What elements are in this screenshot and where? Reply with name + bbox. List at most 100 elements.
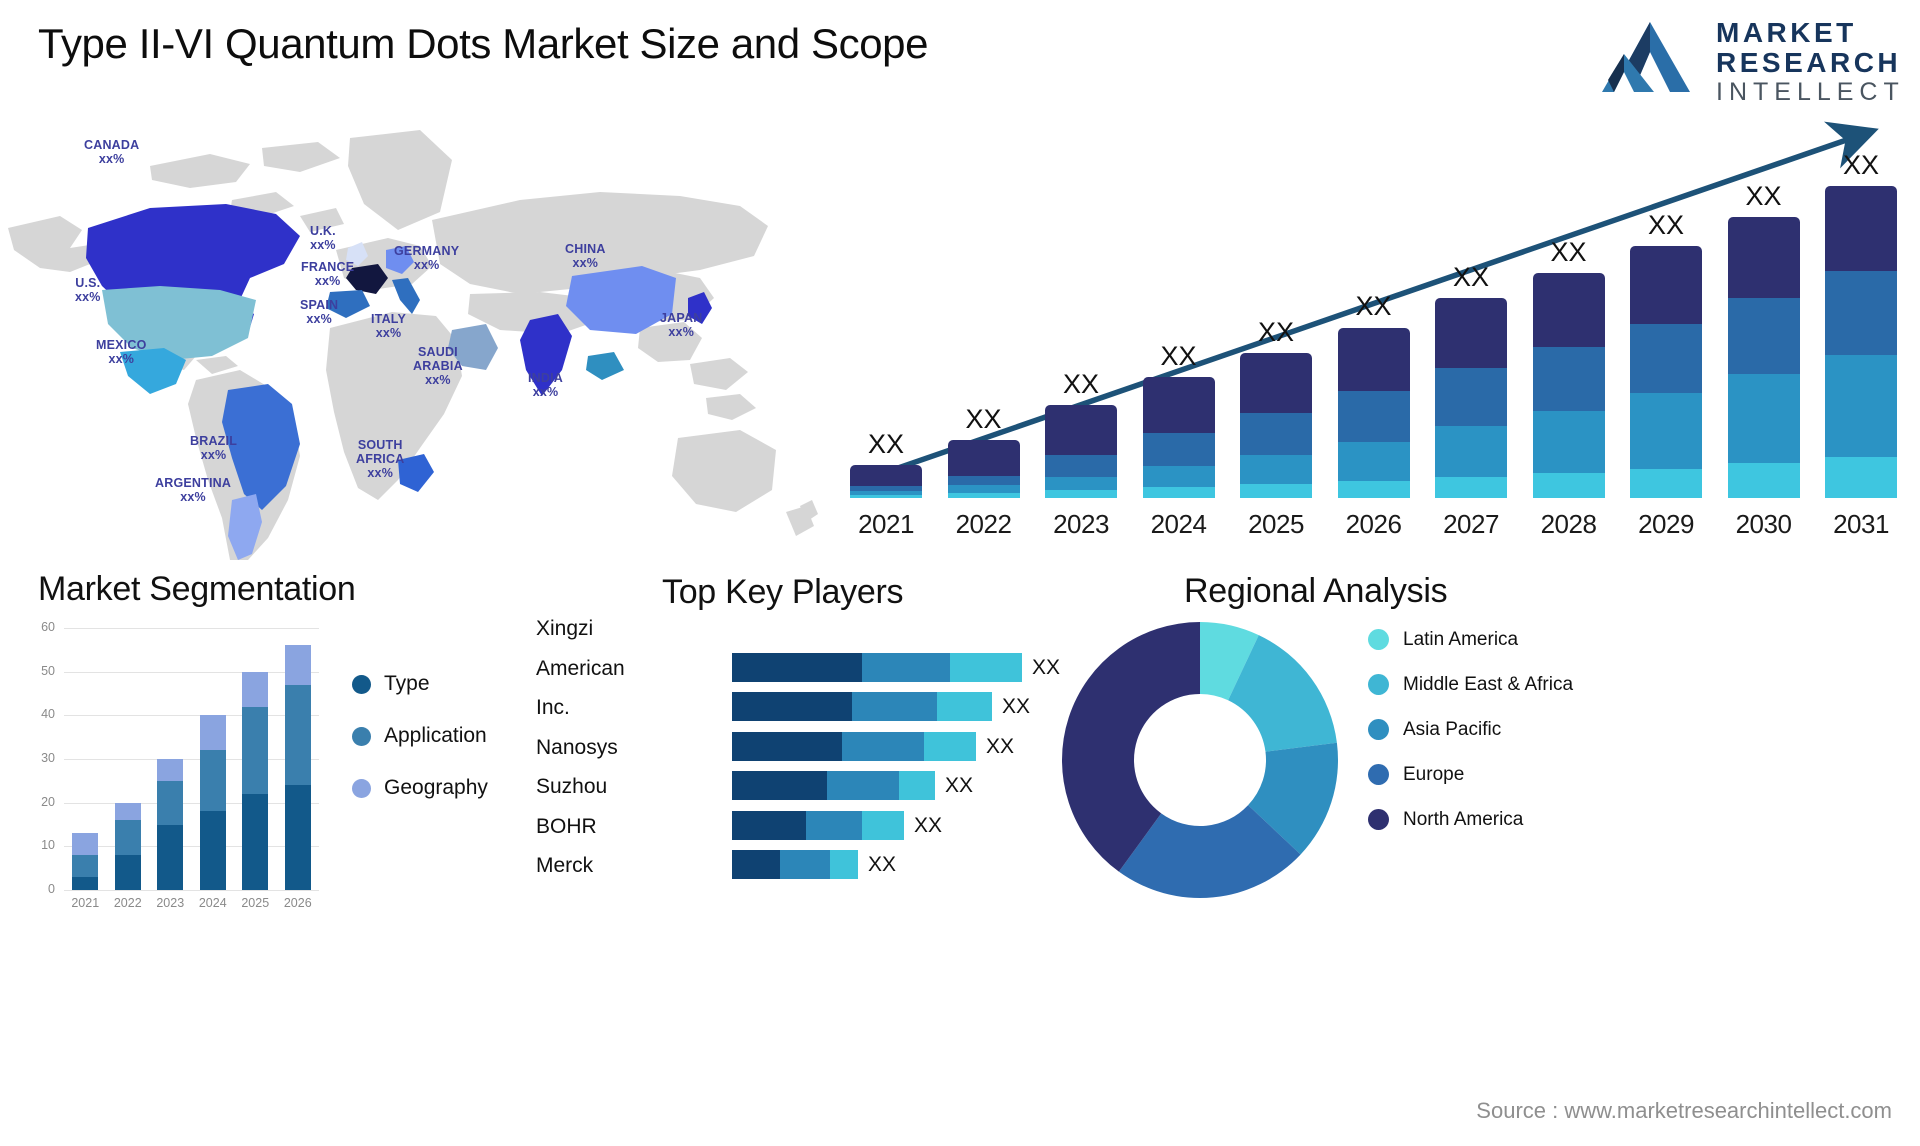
regional-analysis-chart: Latin America Middle East & Africa Asia Pa…: [1060, 560, 1920, 960]
company-logo: MARKET RESEARCH INTELLECT: [1598, 16, 1899, 106]
map-label-value: xx%: [668, 325, 695, 339]
player-bar-segment-2: [862, 810, 904, 840]
segmentation-bar-2023: [157, 759, 184, 890]
bar-segment-segment-4: [1240, 484, 1312, 498]
player-value-american: XX: [1032, 655, 1061, 679]
player-name-american: American: [536, 656, 625, 680]
forecast-bar-2030: [1727, 217, 1800, 498]
segmentation-x-tick-2022: 2022: [113, 896, 142, 910]
bar-segment-segment-2: [947, 475, 1020, 486]
source-text: Source : www.marketresearchintellect.com: [1476, 1098, 1892, 1123]
regional-legend-item: Asia Pacific: [1368, 718, 1573, 741]
bar-segment-segment-4: [1435, 476, 1507, 498]
market-segmentation-chart: 60 50 40 30 20 10 0 2021 2022 2023 2024 2025 2026 Ty…: [22, 610, 522, 910]
map-label-value: xx%: [310, 238, 336, 252]
segmentation-gridline: [64, 846, 319, 848]
map-label-brazil: BRAZIL xx%: [190, 434, 237, 462]
bar-segment-segment-1: [850, 465, 922, 487]
forecast-bar-value-2024: XX: [1160, 340, 1197, 371]
bar-segment-segment-3: [947, 485, 1020, 494]
map-label-name: CANADA: [84, 138, 140, 152]
player-bar-nanosys: [732, 731, 976, 761]
forecast-bar-value-2022: XX: [965, 403, 1002, 434]
map-label-name: SPAIN: [300, 298, 339, 312]
logo-mountain-icon: [1598, 20, 1704, 94]
map-label-name: SOUTH AFRICA: [356, 438, 405, 466]
bar-segment-segment-2: [1142, 433, 1215, 467]
segmentation-segment-geography: [72, 833, 99, 856]
player-value-suzhou: XX: [945, 774, 974, 797]
segmentation-bar-2024: [199, 715, 226, 890]
forecast-bar-year-2025: 2025: [1248, 509, 1304, 539]
forecast-bar-2027: [1435, 298, 1507, 498]
forecast-bar-year-2023: 2023: [1053, 509, 1109, 539]
forecast-bar-chart: XX 2021 XX 2022 XX 2023 XX 2024 XX 2025 XX 2026 XX 20…: [836, 120, 1920, 550]
segmentation-y-tick: 60: [41, 620, 55, 634]
segmentation-x-tick-2026: 2026: [283, 896, 312, 910]
map-label-u-k-: U.K. xx%: [310, 224, 336, 252]
page-title: Type II-VI Quantum Dots Market Size and …: [38, 20, 929, 67]
logo-line-1: MARKET: [1716, 17, 1857, 48]
bar-segment-segment-1: [1142, 376, 1215, 434]
bar-segment-segment-3: [1727, 374, 1800, 464]
forecast-bar-year-2021: 2021: [858, 509, 914, 539]
map-label-u-s-: U.S. xx%: [75, 276, 101, 304]
bar-segment-segment-4: [1630, 468, 1702, 498]
forecast-bar-year-2026: 2026: [1345, 509, 1402, 539]
player-bar-segment-2: [924, 731, 976, 761]
bar-segment-segment-3: [1630, 393, 1702, 469]
bar-segment-segment-2: [1532, 346, 1605, 411]
segmentation-segment-type: [114, 855, 141, 890]
legend-dot-asia-pacific: [1368, 719, 1389, 740]
regional-legend-item: Europe: [1368, 763, 1573, 786]
bar-segment-segment-4: [1825, 457, 1897, 498]
forecast-bar-2023: [1045, 405, 1117, 498]
bar-segment-segment-1: [1532, 273, 1605, 347]
forecast-bar-year-2027: 2027: [1443, 509, 1499, 539]
forecast-bar-value-2027: XX: [1452, 262, 1490, 293]
player-bar-segment-0: [732, 771, 827, 800]
map-label-value: xx%: [108, 352, 135, 366]
forecast-bar-year-2022: 2022: [955, 509, 1012, 539]
forecast-bar-2022: [947, 439, 1020, 498]
forecast-bar-year-2028: 2028: [1540, 509, 1597, 539]
map-label-name: CHINA: [565, 242, 606, 256]
logo-line-3: INTELLECT: [1716, 78, 1905, 106]
player-value-bohr: XX: [914, 813, 943, 837]
segmentation-y-tick: 20: [41, 794, 55, 809]
segmentation-segment-application: [242, 706, 269, 794]
segmentation-x-tick-2021: 2021: [71, 896, 100, 910]
player-value-nanosys: XX: [986, 734, 1015, 758]
bar-segment-segment-4: [1337, 480, 1410, 498]
player-name-bohr: BOHR: [536, 814, 597, 838]
legend-dot-geography: [352, 778, 371, 798]
world-map-svg: [8, 130, 818, 560]
player-name-merck: Merck: [536, 854, 594, 877]
bar-segment-segment-4: [1727, 463, 1800, 498]
segmentation-segment-geography: [114, 802, 141, 821]
segmentation-legend-item: Geography: [352, 776, 488, 800]
map-label-value: xx%: [367, 466, 394, 480]
bar-segment-segment-3: [1532, 410, 1605, 473]
forecast-bar-2025: [1240, 352, 1312, 498]
segmentation-bar-2025: [242, 671, 269, 890]
segmentation-legend: Type Application Geography: [352, 672, 488, 828]
map-label-japan: JAPAN xx%: [660, 311, 702, 339]
map-label-value: xx%: [375, 326, 402, 340]
legend-dot-type: [352, 674, 371, 694]
legend-label: Middle East & Africa: [1403, 674, 1574, 695]
map-country-italy: [392, 278, 420, 314]
forecast-bar-value-2023: XX: [1062, 368, 1100, 399]
map-label-name: ARGENTINA: [155, 476, 232, 490]
segmentation-segment-geography: [242, 671, 269, 707]
segmentation-segment-application: [72, 855, 99, 877]
bar-segment-segment-3: [1240, 455, 1312, 485]
bar-segment-segment-2: [1045, 455, 1117, 477]
forecast-bar-2024: [1142, 376, 1215, 498]
segmentation-segment-application: [199, 750, 226, 812]
map-label-value: xx%: [306, 312, 332, 326]
segmentation-x-tick-2023: 2023: [156, 896, 185, 910]
forecast-bar-2026: [1337, 327, 1410, 498]
map-label-value: xx%: [180, 490, 206, 504]
map-label-value: xx%: [425, 373, 451, 387]
